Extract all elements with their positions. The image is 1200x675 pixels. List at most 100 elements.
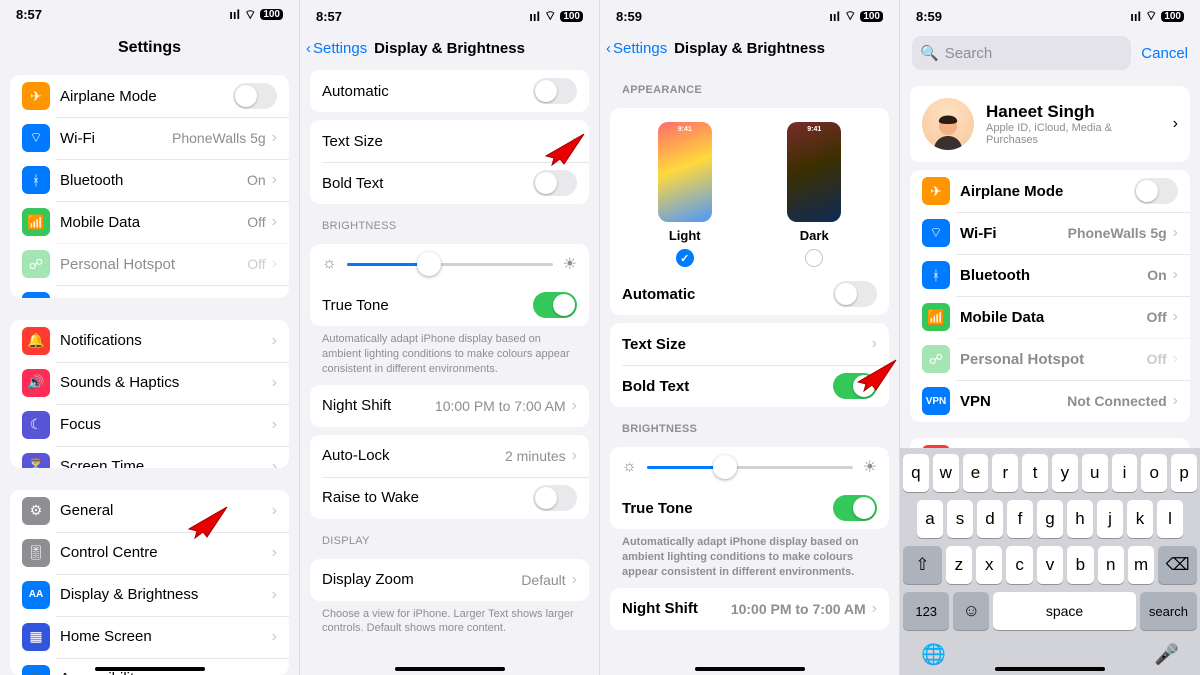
- toggle-raise-to-wake[interactable]: [533, 485, 577, 511]
- row-wi-fi[interactable]: ⌔Wi-FiPhoneWalls 5g›: [10, 117, 289, 159]
- row-home-screen[interactable]: ▦Home Screen›: [10, 616, 289, 658]
- key-b[interactable]: b: [1067, 546, 1093, 584]
- chevron-right-icon: ›: [272, 129, 277, 147]
- option-light[interactable]: 9:41 Light: [658, 122, 712, 267]
- row-general[interactable]: ⚙General›: [10, 490, 289, 532]
- footer-truetone: Automatically adapt iPhone display based…: [600, 529, 899, 580]
- hotspot-icon: ☍: [22, 250, 50, 278]
- row-wi-fi[interactable]: ⌔Wi-FiPhoneWalls 5g›: [910, 212, 1190, 254]
- shift-key[interactable]: ⇧: [903, 546, 942, 584]
- search-input[interactable]: 🔍 Search: [912, 36, 1131, 70]
- row-apple-id[interactable]: Haneet Singh Apple ID, iCloud, Media & P…: [910, 86, 1190, 162]
- row-notifications[interactable]: 🔔Notifications›: [10, 320, 289, 362]
- toggle[interactable]: [1134, 178, 1178, 204]
- navbar: ‹Settings Display & Brightness: [600, 28, 899, 68]
- option-dark[interactable]: 9:41 Dark: [787, 122, 841, 267]
- cancel-button[interactable]: Cancel: [1141, 45, 1188, 62]
- row-night-shift[interactable]: Night Shift 10:00 PM to 7:00 AM›: [610, 588, 889, 630]
- key-o[interactable]: o: [1141, 454, 1167, 492]
- toggle-automatic[interactable]: [833, 281, 877, 307]
- row-true-tone[interactable]: True Tone: [610, 487, 889, 529]
- profile-sub: Apple ID, iCloud, Media & Purchases: [986, 122, 1146, 146]
- key-z[interactable]: z: [946, 546, 972, 584]
- brightness-slider[interactable]: ☼ ☀: [610, 447, 889, 487]
- row-text-size[interactable]: Text Size›: [610, 323, 889, 365]
- row-display-brightness[interactable]: AADisplay & Brightness›: [10, 574, 289, 616]
- antenna-icon: 📶: [22, 208, 50, 236]
- row-mobile-data[interactable]: 📶Mobile DataOff›: [910, 296, 1190, 338]
- key-x[interactable]: x: [976, 546, 1002, 584]
- toggle-true-tone[interactable]: [833, 495, 877, 521]
- back-button[interactable]: ‹Settings: [606, 40, 667, 57]
- toggle[interactable]: [233, 83, 277, 109]
- key-j[interactable]: j: [1097, 500, 1123, 538]
- row-automatic[interactable]: Automatic: [610, 273, 889, 315]
- row-screen-time[interactable]: ⏳Screen Time›: [10, 446, 289, 468]
- row-bluetooth[interactable]: ᚼBluetoothOn›: [910, 254, 1190, 296]
- key-c[interactable]: c: [1006, 546, 1032, 584]
- key-k[interactable]: k: [1127, 500, 1153, 538]
- numbers-key[interactable]: 123: [903, 592, 949, 630]
- key-a[interactable]: a: [917, 500, 943, 538]
- mic-icon[interactable]: 🎤: [1154, 642, 1179, 667]
- chevron-right-icon: ›: [572, 447, 577, 465]
- row-vpn[interactable]: VPNVPNNot Connected›: [910, 380, 1190, 422]
- key-s[interactable]: s: [947, 500, 973, 538]
- switches-icon: 🎚: [22, 539, 50, 567]
- row-night-shift[interactable]: Night Shift 10:00 PM to 7:00 AM›: [310, 385, 589, 427]
- row-personal-hotspot[interactable]: ☍Personal HotspotOff›: [10, 243, 289, 285]
- row-auto-lock[interactable]: Auto-Lock 2 minutes›: [310, 435, 589, 477]
- row-raise-to-wake[interactable]: Raise to Wake: [310, 477, 589, 519]
- row-control-centre[interactable]: 🎚Control Centre›: [10, 532, 289, 574]
- key-u[interactable]: u: [1082, 454, 1108, 492]
- key-r[interactable]: r: [992, 454, 1018, 492]
- row-true-tone[interactable]: True Tone: [310, 284, 589, 326]
- status-bar: 8:57 ııl ⌔ 100: [0, 0, 299, 25]
- key-i[interactable]: i: [1112, 454, 1138, 492]
- key-e[interactable]: e: [963, 454, 989, 492]
- toggle-automatic[interactable]: [533, 78, 577, 104]
- search-key[interactable]: search: [1140, 592, 1197, 630]
- globe-icon[interactable]: 🌐: [921, 642, 946, 667]
- key-f[interactable]: f: [1007, 500, 1033, 538]
- row-bluetooth[interactable]: ᚼBluetoothOn›: [10, 159, 289, 201]
- row-mobile-data[interactable]: 📶Mobile DataOff›: [10, 201, 289, 243]
- row-focus[interactable]: ☾Focus›: [10, 404, 289, 446]
- row-personal-hotspot[interactable]: ☍Personal HotspotOff›: [910, 338, 1190, 380]
- row-automatic[interactable]: Automatic: [310, 70, 589, 112]
- row-display-zoom[interactable]: Display Zoom Default›: [310, 559, 589, 601]
- row-bold-text[interactable]: Bold Text: [610, 365, 889, 407]
- key-y[interactable]: y: [1052, 454, 1078, 492]
- toggle-true-tone[interactable]: [533, 292, 577, 318]
- key-l[interactable]: l: [1157, 500, 1183, 538]
- header-display: DISPLAY: [300, 519, 599, 551]
- space-key[interactable]: space: [993, 592, 1136, 630]
- row-airplane-mode[interactable]: ✈Airplane Mode: [10, 75, 289, 117]
- keyboard[interactable]: qwertyuiop asdfghjkl ⇧ zxcvbnm ⌫ 123 ☺ s…: [900, 448, 1200, 675]
- key-n[interactable]: n: [1098, 546, 1124, 584]
- radio-dark[interactable]: [805, 249, 823, 267]
- key-t[interactable]: t: [1022, 454, 1048, 492]
- key-d[interactable]: d: [977, 500, 1003, 538]
- key-v[interactable]: v: [1037, 546, 1063, 584]
- key-g[interactable]: g: [1037, 500, 1063, 538]
- key-w[interactable]: w: [933, 454, 959, 492]
- group-general: ⚙General›🎚Control Centre›AADisplay & Bri…: [10, 490, 289, 675]
- key-p[interactable]: p: [1171, 454, 1197, 492]
- toggle-bold-text[interactable]: [533, 170, 577, 196]
- key-m[interactable]: m: [1128, 546, 1154, 584]
- brightness-slider[interactable]: ☼ ☀: [310, 244, 589, 284]
- wifi-icon: ⌔: [22, 124, 50, 152]
- key-h[interactable]: h: [1067, 500, 1093, 538]
- radio-light[interactable]: [676, 249, 694, 267]
- back-button[interactable]: ‹Settings: [306, 40, 367, 57]
- row-vpn[interactable]: VPNVPNNot Connected›: [10, 285, 289, 297]
- row-label: Focus: [60, 416, 272, 433]
- row-sounds-haptics[interactable]: 🔊Sounds & Haptics›: [10, 362, 289, 404]
- backspace-key[interactable]: ⌫: [1158, 546, 1197, 584]
- row-airplane-mode[interactable]: ✈Airplane Mode: [910, 170, 1190, 212]
- emoji-key[interactable]: ☺: [953, 592, 989, 630]
- row-bold-text[interactable]: Bold Text: [310, 162, 589, 204]
- chevron-right-icon: ›: [572, 571, 577, 589]
- key-q[interactable]: q: [903, 454, 929, 492]
